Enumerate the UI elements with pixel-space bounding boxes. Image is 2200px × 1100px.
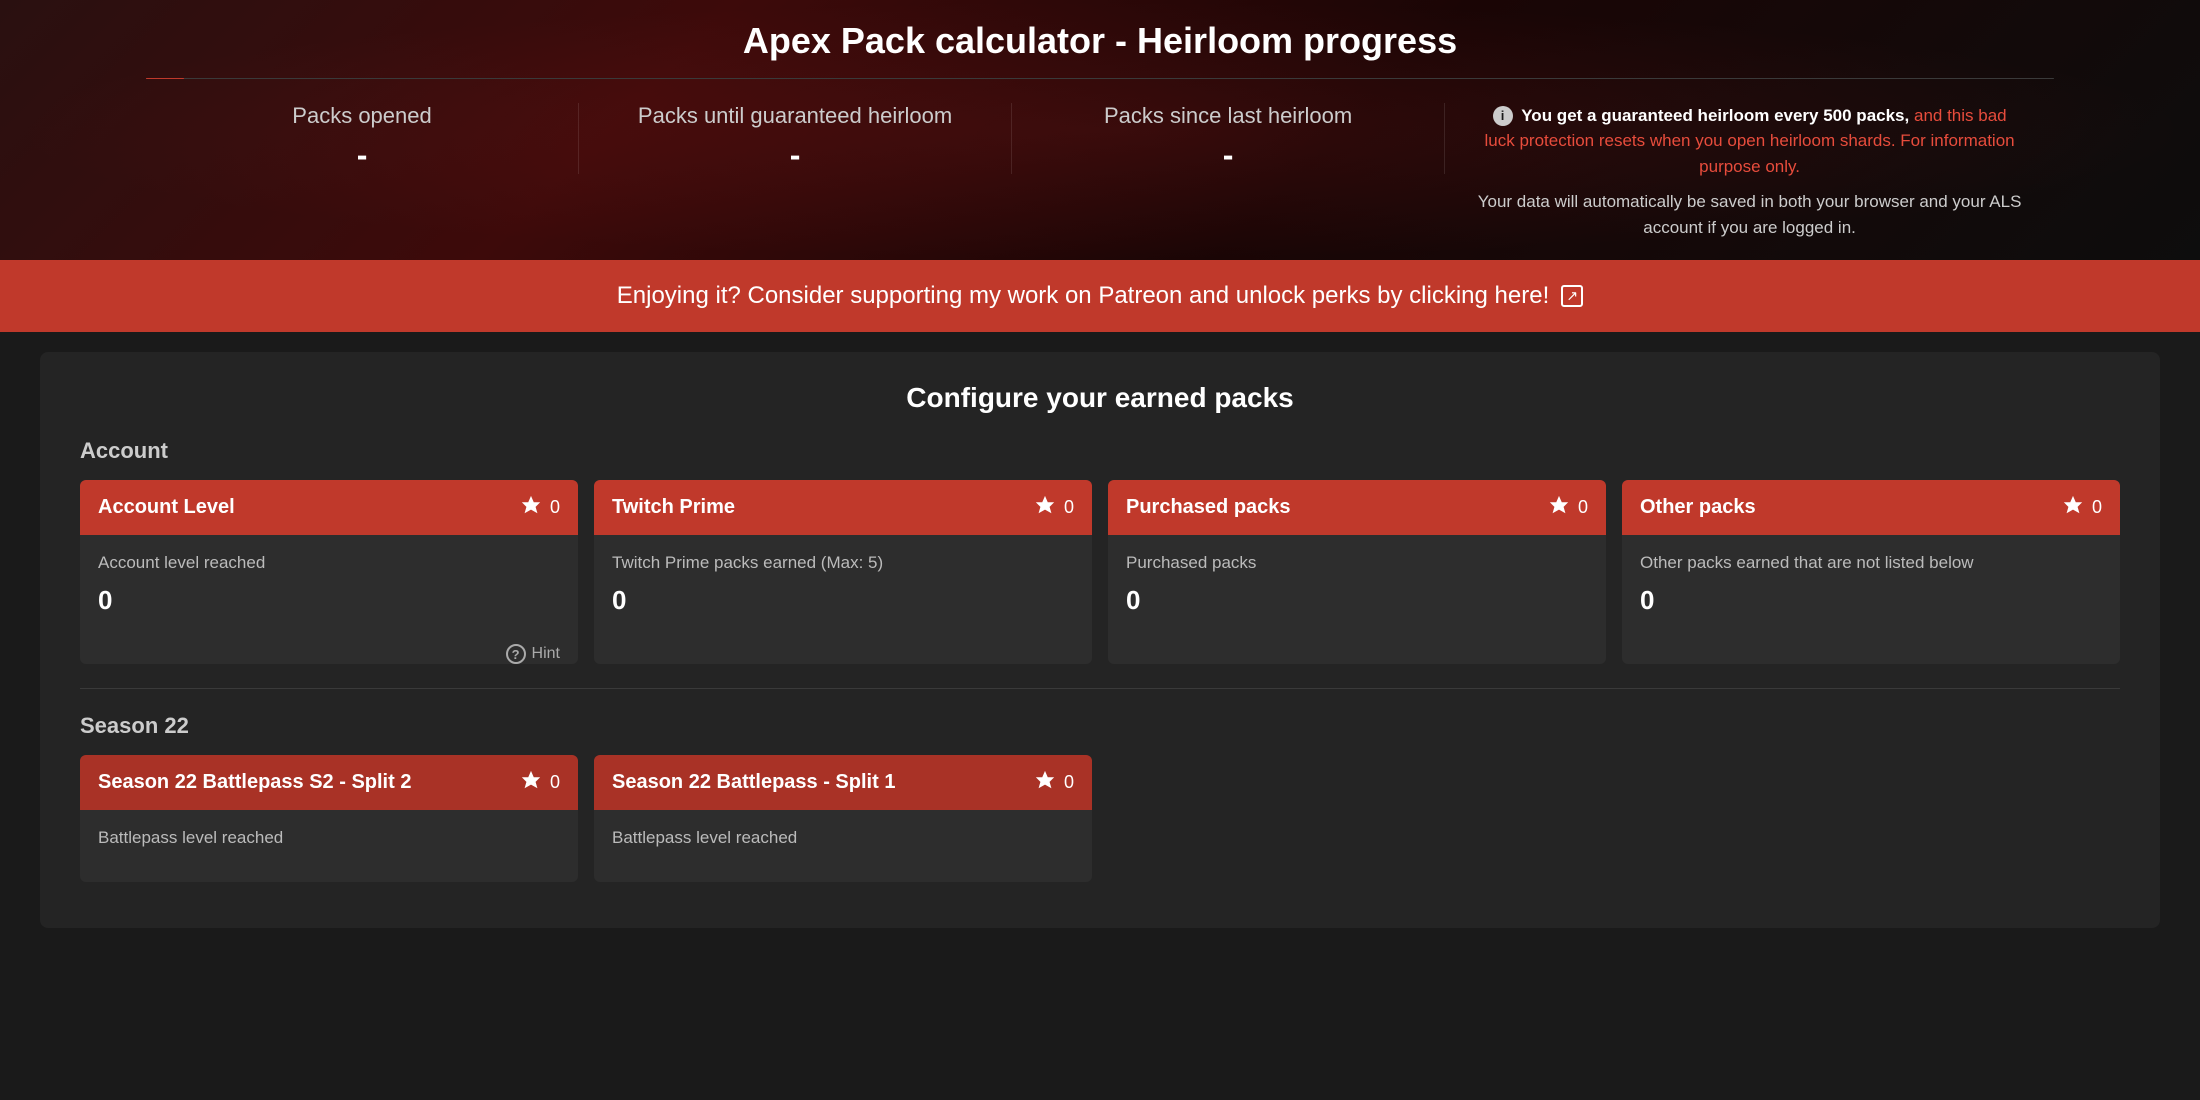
twitch-prime-field-label: Twitch Prime packs earned (Max: 5) xyxy=(612,553,1074,573)
other-packs-card: Other packs 0 Other packs earned that ar… xyxy=(1622,480,2120,664)
other-packs-title: Other packs xyxy=(1640,496,1756,519)
hint-icon: ? xyxy=(506,644,526,664)
info-icon: i xyxy=(1493,106,1513,126)
account-level-field-value: 0 xyxy=(98,585,560,616)
purchased-packs-pack-count: 0 xyxy=(1578,497,1588,518)
purchased-packs-title: Purchased packs xyxy=(1126,496,1291,519)
s22-bp-s1-apex-icon xyxy=(1034,769,1056,796)
spacer-1 xyxy=(1108,755,1606,882)
purchased-packs-field-label: Purchased packs xyxy=(1126,553,1588,573)
packs-since-value: - xyxy=(1032,137,1424,174)
s22-bp-s2-pack-count: 0 xyxy=(550,772,560,793)
other-packs-apex-icon xyxy=(2062,494,2084,521)
purchased-packs-header: Purchased packs 0 xyxy=(1108,480,1606,535)
packs-since-label: Packs since last heirloom xyxy=(1032,103,1424,129)
packs-since-block: Packs since last heirloom - xyxy=(1012,103,1445,174)
progress-bar-container xyxy=(146,78,2054,79)
configure-title: Configure your earned packs xyxy=(80,382,2120,414)
twitch-prime-apex-icon xyxy=(1034,494,1056,521)
info-block: i You get a guaranteed heirloom every 50… xyxy=(1445,103,2054,241)
other-packs-body: Other packs earned that are not listed b… xyxy=(1622,535,2120,650)
account-level-count: 0 xyxy=(520,494,560,521)
packs-until-block: Packs until guaranteed heirloom - xyxy=(579,103,1012,174)
other-packs-field-value: 0 xyxy=(1640,585,2102,616)
packs-opened-block: Packs opened - xyxy=(146,103,579,174)
purchased-packs-card: Purchased packs 0 Purchased packs 0 xyxy=(1108,480,1606,664)
info-body-text: Your data will automatically be saved in… xyxy=(1475,189,2024,240)
s22-bp-s2-body: Battlepass level reached xyxy=(80,810,578,882)
packs-opened-label: Packs opened xyxy=(166,103,558,129)
account-cards-row: Account Level 0 Account level reached 0 … xyxy=(80,480,2120,664)
account-level-header: Account Level 0 xyxy=(80,480,578,535)
s22-bp-s1-field-label: Battlepass level reached xyxy=(612,828,1074,848)
account-level-title: Account Level xyxy=(98,496,235,519)
section-divider xyxy=(80,688,2120,689)
account-level-field-label: Account level reached xyxy=(98,553,560,573)
twitch-prime-card: Twitch Prime 0 Twitch Prime packs earned… xyxy=(594,480,1092,664)
season-section-label: Season 22 xyxy=(80,713,2120,739)
account-level-body: Account level reached 0 ? Hint xyxy=(80,535,578,650)
account-section-label: Account xyxy=(80,438,2120,464)
stats-row: Packs opened - Packs until guaranteed he… xyxy=(146,103,2054,241)
purchased-packs-body: Purchased packs 0 xyxy=(1108,535,1606,650)
account-level-card: Account Level 0 Account level reached 0 … xyxy=(80,480,578,664)
s22-bp-s1-card: Season 22 Battlepass - Split 1 0 Battlep… xyxy=(594,755,1092,882)
patreon-banner[interactable]: Enjoying it? Consider supporting my work… xyxy=(0,260,2200,332)
s22-bp-s1-count: 0 xyxy=(1034,769,1074,796)
s22-bp-s2-title: Season 22 Battlepass S2 - Split 2 xyxy=(98,771,411,794)
s22-bp-s2-field-label: Battlepass level reached xyxy=(98,828,560,848)
other-packs-header: Other packs 0 xyxy=(1622,480,2120,535)
twitch-prime-field-value: 0 xyxy=(612,585,1074,616)
purchased-packs-count: 0 xyxy=(1548,494,1588,521)
other-packs-pack-count: 0 xyxy=(2092,497,2102,518)
packs-opened-value: - xyxy=(166,137,558,174)
page-title: Apex Pack calculator - Heirloom progress xyxy=(743,20,1457,62)
twitch-prime-body: Twitch Prime packs earned (Max: 5) 0 xyxy=(594,535,1092,650)
configure-section: Configure your earned packs Account Acco… xyxy=(40,352,2160,928)
other-packs-count: 0 xyxy=(2062,494,2102,521)
season-cards-row: Season 22 Battlepass S2 - Split 2 0 Batt… xyxy=(80,755,2120,882)
other-packs-field-label: Other packs earned that are not listed b… xyxy=(1640,553,2102,573)
twitch-prime-title: Twitch Prime xyxy=(612,496,735,519)
hint-label: Hint xyxy=(532,645,560,663)
s22-bp-s1-title: Season 22 Battlepass - Split 1 xyxy=(612,771,895,794)
packs-until-value: - xyxy=(599,137,991,174)
twitch-prime-pack-count: 0 xyxy=(1064,497,1074,518)
spacer-2 xyxy=(1622,755,2120,882)
s22-bp-s2-count: 0 xyxy=(520,769,560,796)
purchased-packs-apex-icon xyxy=(1548,494,1570,521)
patreon-text: Enjoying it? Consider supporting my work… xyxy=(617,282,1549,310)
s22-bp-s2-header: Season 22 Battlepass S2 - Split 2 0 xyxy=(80,755,578,810)
info-bold-text: You get a guaranteed heirloom every 500 … xyxy=(1521,106,1909,125)
purchased-packs-field-value: 0 xyxy=(1126,585,1588,616)
packs-until-label: Packs until guaranteed heirloom xyxy=(599,103,991,129)
s22-bp-s1-header: Season 22 Battlepass - Split 1 0 xyxy=(594,755,1092,810)
s22-bp-s1-body: Battlepass level reached xyxy=(594,810,1092,882)
s22-bp-s1-pack-count: 0 xyxy=(1064,772,1074,793)
progress-bar-fill xyxy=(146,78,184,79)
account-level-pack-count: 0 xyxy=(550,497,560,518)
s22-bp-s2-card: Season 22 Battlepass S2 - Split 2 0 Batt… xyxy=(80,755,578,882)
season-section: Season 22 Season 22 Battlepass S2 - Spli… xyxy=(80,713,2120,882)
account-level-apex-icon xyxy=(520,494,542,521)
external-link-icon xyxy=(1561,285,1583,307)
s22-bp-s2-apex-icon xyxy=(520,769,542,796)
hint-button[interactable]: ? Hint xyxy=(506,644,560,664)
main-wrapper: Apex Pack calculator - Heirloom progress… xyxy=(0,0,2200,928)
hero-section: Apex Pack calculator - Heirloom progress… xyxy=(0,0,2200,260)
twitch-prime-count: 0 xyxy=(1034,494,1074,521)
twitch-prime-header: Twitch Prime 0 xyxy=(594,480,1092,535)
